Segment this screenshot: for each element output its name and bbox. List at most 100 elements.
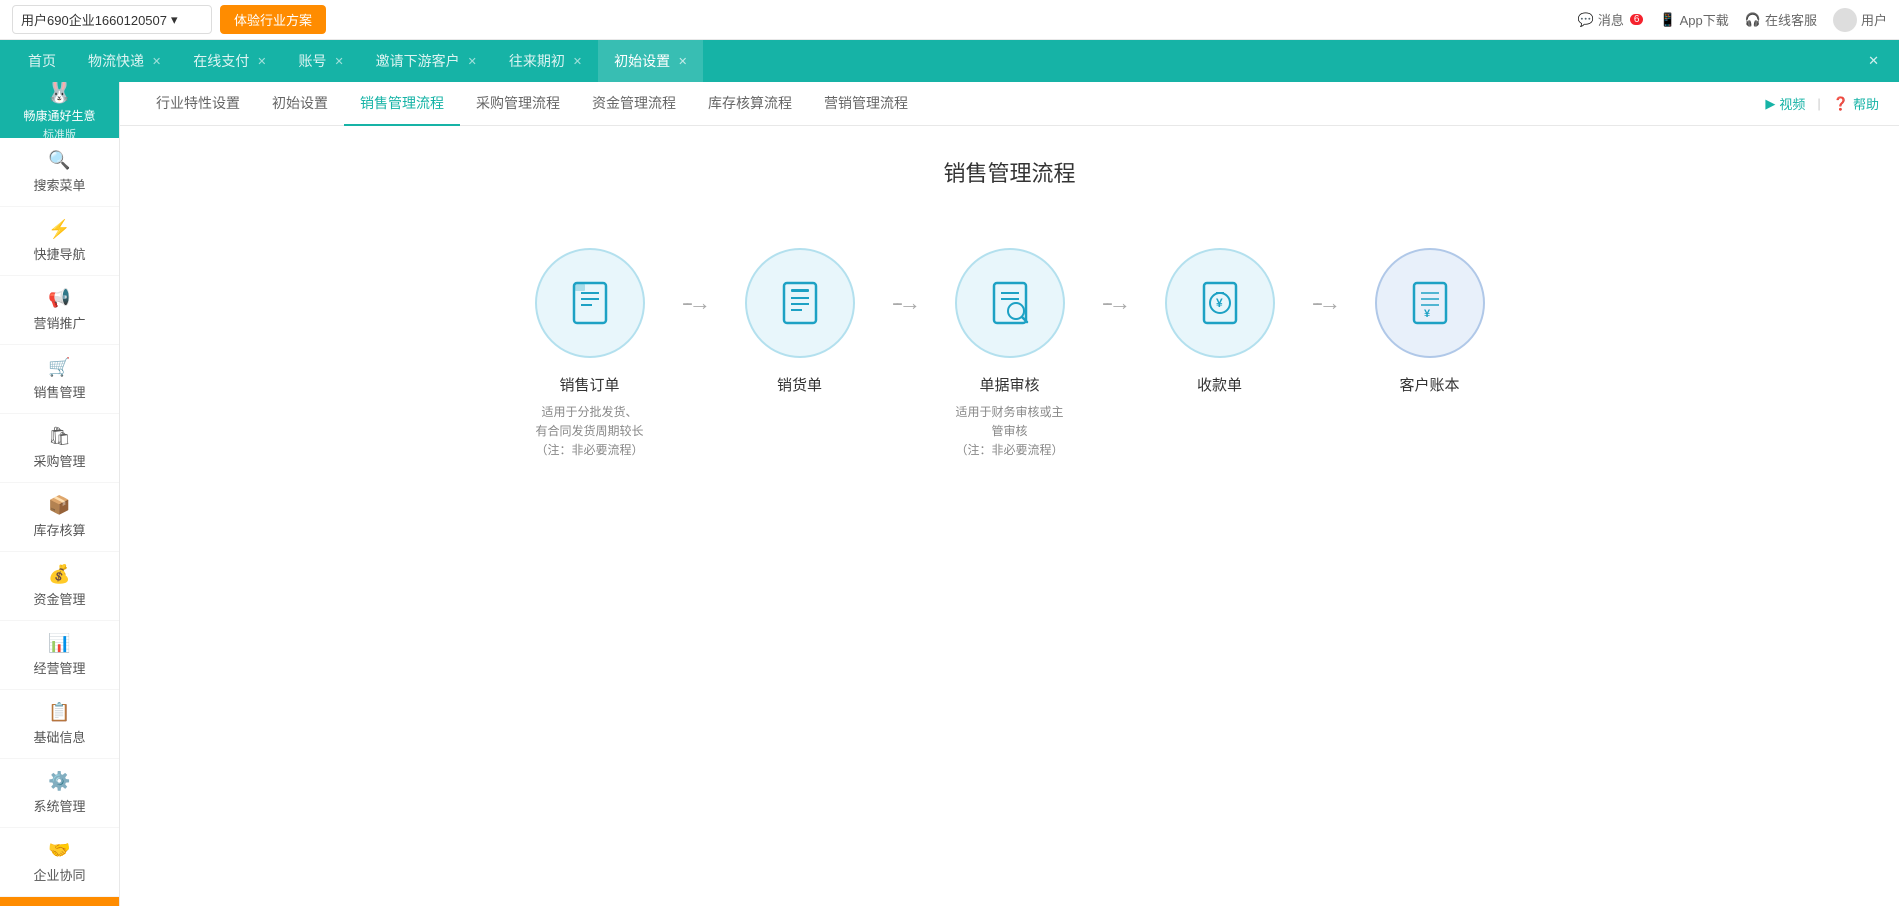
nav-tab-initial[interactable]: 初始设置 ✕ [598,40,703,82]
nav-tab-payment[interactable]: 在线支付 ✕ [177,40,282,82]
ledger-icon: ¥ [1404,277,1456,329]
message-badge: 6 [1630,14,1644,25]
sales-icon: 🛒 [48,357,70,378]
sub-tabs: 行业特性设置 初始设置 销售管理流程 采购管理流程 资金管理流程 库存核算流程 … [120,82,1899,126]
nav-tab-logistics[interactable]: 物流快递 ✕ [72,40,177,82]
collab-icon: 🤝 [48,840,70,861]
sidebar-operations-label: 经营管理 [33,658,85,677]
help-link[interactable]: ❓ 帮助 [1833,94,1879,113]
sidebar-logo: 🐰 畅康通好生意 标准版 [0,82,119,138]
purchase-icon: 🛍 [48,426,71,447]
sub-tab-industry[interactable]: 行业特性设置 [140,82,256,126]
nav-tab-invite-close[interactable]: ✕ [468,55,477,68]
sidebar-purchase-label: 采购管理 [33,451,85,470]
sidebar-marketing-label: 营销推广 [33,313,85,332]
avatar [1833,8,1857,32]
message-icon-item[interactable]: 💬 消息 6 [1578,10,1644,29]
nav-tab-payment-close[interactable]: ✕ [257,55,266,68]
flow-circle-receipt[interactable]: ¥ [1165,248,1275,358]
sidebar-collab-label: 企业协同 [33,865,85,884]
arrow-icon-4: --→ [1312,290,1337,316]
nav-tab-payment-label: 在线支付 [193,51,249,71]
main-layout: 🐰 畅康通好生意 标准版 🔍 搜索菜单 ⚡ 快捷导航 📢 营销推广 🛒 销售管理… [0,82,1899,906]
sub-tab-finance-flow-label: 资金管理流程 [592,93,676,113]
user-selector[interactable]: 用户690企业1660120507 ▾ [12,5,212,34]
receipt-icon: ¥ [1194,277,1246,329]
flow-node-delivery: 销货单 [720,248,880,403]
arrow-icon-2: --→ [892,290,917,316]
sub-tab-inventory-flow[interactable]: 库存核算流程 [692,82,808,126]
sub-tab-purchase-flow[interactable]: 采购管理流程 [460,82,576,126]
sidebar-item-marketing[interactable]: 📢 营销推广 [0,276,119,345]
sidebar-item-finance[interactable]: 💰 资金管理 [0,552,119,621]
sub-tab-finance-flow[interactable]: 资金管理流程 [576,82,692,126]
flow-circle-audit[interactable] [955,248,1065,358]
logo-icon: 🐰 [46,82,73,105]
quicknav-icon: ⚡ [48,219,70,240]
nav-tab-account-close[interactable]: ✕ [334,55,343,68]
close-all-icon: ✕ [1868,53,1879,69]
app-download-item[interactable]: 📱 App下载 [1659,10,1728,29]
flow-arrow-1: --→ [670,248,720,316]
video-icon: ▶ [1765,96,1775,112]
nav-tab-home[interactable]: 首页 [12,40,72,82]
flow-circle-order[interactable] [535,248,645,358]
user-selector-text: 用户690企业1660120507 [21,10,167,29]
sub-tab-purchase-flow-label: 采购管理流程 [476,93,560,113]
sidebar-item-basic[interactable]: 📋 基础信息 [0,690,119,759]
trial-button[interactable]: 体验行业方案 [220,5,326,34]
sidebar-search-label: 搜索菜单 [33,175,85,194]
svg-text:¥: ¥ [1424,308,1431,320]
flow-circle-ledger[interactable]: ¥ [1375,248,1485,358]
nav-tab-period-label: 往来期初 [509,51,565,71]
sidebar-item-purchase[interactable]: 🛍 采购管理 [0,414,119,483]
nav-tab-account[interactable]: 账号 ✕ [282,40,359,82]
sub-tab-sales-flow-label: 销售管理流程 [360,93,444,113]
sidebar-item-collab[interactable]: 🤝 企业协同 [0,828,119,897]
content-area: 行业特性设置 初始设置 销售管理流程 采购管理流程 资金管理流程 库存核算流程 … [120,82,1899,906]
sidebar-item-inventory[interactable]: 📦 库存核算 [0,483,119,552]
audit-icon [984,277,1036,329]
top-bar-right: 💬 消息 6 📱 App下载 🎧 在线客服 用户 [1578,8,1887,32]
user-menu-item[interactable]: 用户 [1833,8,1887,32]
flow-arrow-4: --→ [1300,248,1350,316]
nav-tab-account-label: 账号 [298,51,326,71]
online-service-item[interactable]: 🎧 在线客服 [1745,10,1817,29]
top-bar: 用户690企业1660120507 ▾ 体验行业方案 💬 消息 6 📱 App下… [0,0,1899,40]
message-label: 消息 [1598,10,1624,29]
nav-tab-logistics-label: 物流快递 [88,51,144,71]
nav-tab-close-all[interactable]: ✕ [1860,40,1887,82]
sub-tab-initial[interactable]: 初始设置 [256,82,344,126]
sidebar-item-quicknav[interactable]: ⚡ 快捷导航 [0,207,119,276]
help-label: 帮助 [1853,94,1879,113]
logo-text: 畅康通好生意 [23,107,95,124]
nav-tab-initial-close[interactable]: ✕ [678,55,687,68]
sidebar-item-system[interactable]: ⚙️ 系统管理 [0,759,119,828]
online-service-label: 在线客服 [1765,10,1817,29]
flow-label-receipt: 收款单 [1197,374,1242,395]
video-label: 视频 [1779,94,1805,113]
message-icon: 💬 [1578,12,1594,28]
sub-tab-marketing-flow[interactable]: 营销管理流程 [808,82,924,126]
nav-tab-invite[interactable]: 邀请下游客户 ✕ [360,40,493,82]
sidebar-basic-label: 基础信息 [33,727,85,746]
sidebar-item-operations[interactable]: 📊 经营管理 [0,621,119,690]
system-icon: ⚙️ [48,771,70,792]
nav-tab-invite-label: 邀请下游客户 [376,51,460,71]
sidebar-system-label: 系统管理 [33,796,85,815]
sub-tab-sales-flow[interactable]: 销售管理流程 [344,82,460,126]
sidebar-item-sales[interactable]: 🛒 销售管理 [0,345,119,414]
video-link[interactable]: ▶ 视频 [1765,94,1805,113]
nav-tab-logistics-close[interactable]: ✕ [152,55,161,68]
sidebar-sales-label: 销售管理 [33,382,85,401]
flow-arrow-2: --→ [880,248,930,316]
flow-diagram: 销售订单 适用于分批发货、有合同发货周期较长（注：非必要流程） --→ [160,248,1859,461]
dropdown-icon: ▾ [171,12,178,28]
finance-icon: 💰 [48,564,70,585]
flow-label-ledger: 客户账本 [1399,374,1459,395]
nav-tab-period[interactable]: 往来期初 ✕ [493,40,598,82]
sidebar-item-guide[interactable]: 🎯 新手引导 [0,897,119,906]
sidebar-item-search[interactable]: 🔍 搜索菜单 [0,138,119,207]
flow-circle-delivery[interactable] [745,248,855,358]
nav-tab-period-close[interactable]: ✕ [573,55,582,68]
